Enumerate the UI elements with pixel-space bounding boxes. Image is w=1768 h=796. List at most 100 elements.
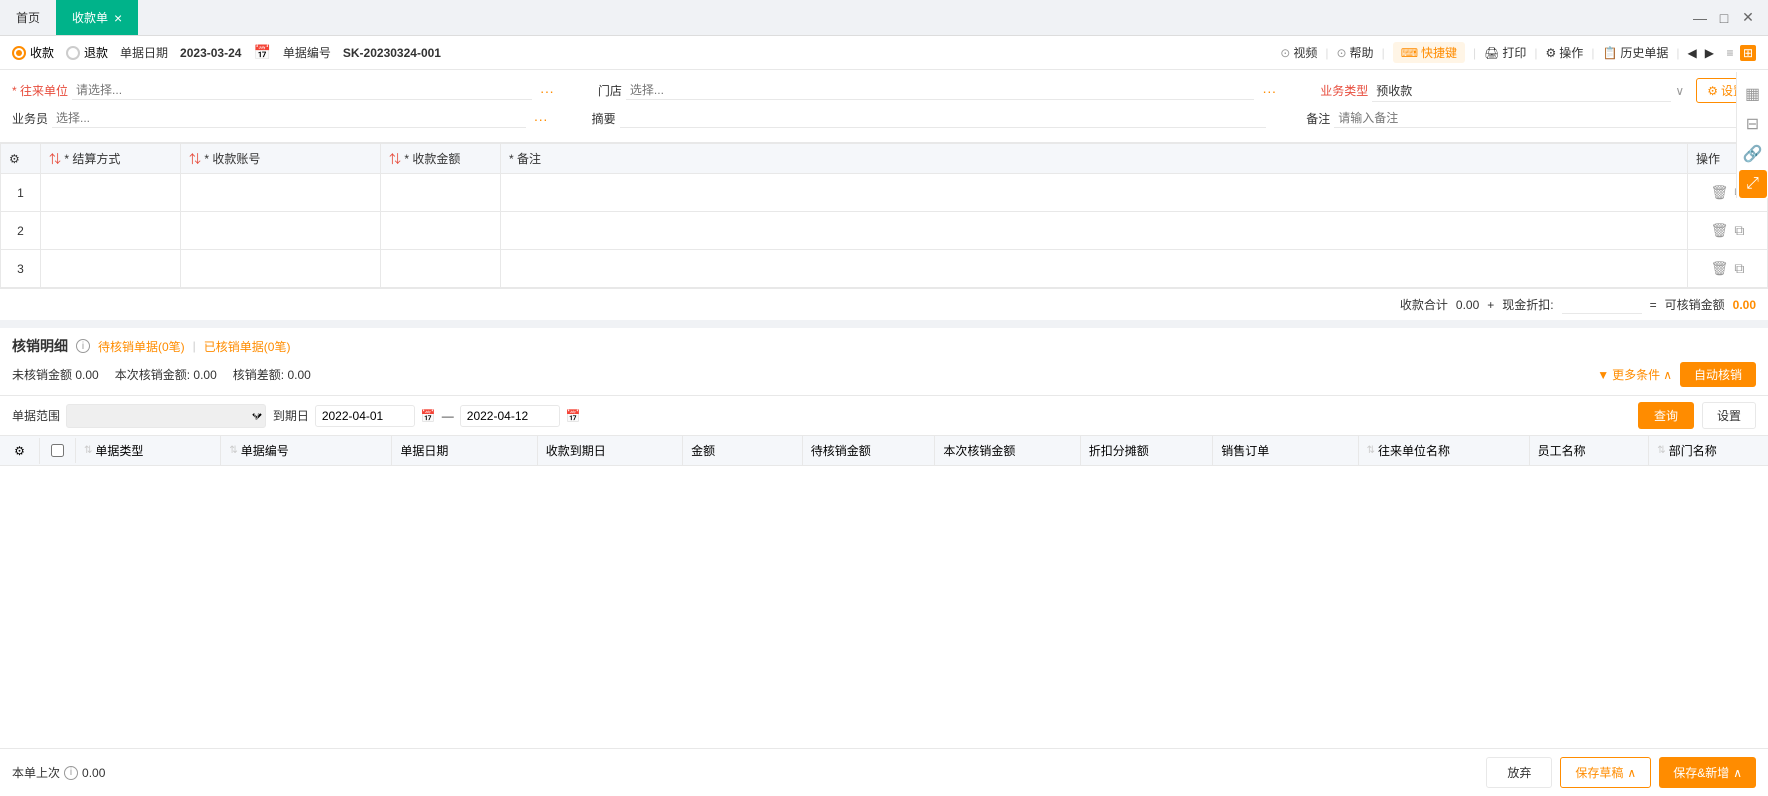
bottom-actions: 放弃 保存草稿 ∧ 保存&新增 ∧	[1486, 757, 1756, 788]
abandon-button[interactable]: 放弃	[1486, 757, 1552, 788]
print-link[interactable]: 🖨 打印	[1484, 44, 1526, 61]
store-input[interactable]	[626, 81, 1254, 100]
auto-verify-button[interactable]: 自动核销	[1680, 362, 1756, 387]
window-close-button[interactable]: ✕	[1740, 10, 1756, 26]
unverified-stat: 未核销金额 0.00	[12, 366, 99, 383]
staff-input[interactable]	[52, 109, 526, 128]
sidebar-link-icon[interactable]: 🔗	[1739, 140, 1767, 168]
staff-more-btn[interactable]: ···	[530, 111, 552, 127]
history-link[interactable]: 📋 历史单据	[1602, 44, 1668, 61]
remark-input-2[interactable]	[501, 212, 1687, 249]
account-input-1[interactable]	[181, 174, 380, 211]
summary-label: 摘要	[592, 110, 616, 127]
amount-input-1[interactable]	[381, 174, 500, 211]
summary-input[interactable]	[620, 109, 1267, 128]
verification-info-icon[interactable]: i	[76, 339, 90, 353]
diff-stat: 核销差额: 0.00	[233, 366, 311, 383]
remark-input-3[interactable]	[501, 250, 1687, 287]
cell-account-2[interactable]	[181, 212, 381, 250]
date-to-input[interactable]	[460, 405, 560, 427]
done-tab[interactable]: 已核销单据(0笔)	[204, 338, 291, 355]
nav-prev[interactable]: ◀	[1688, 46, 1697, 60]
radio-group: 收款 退款	[12, 44, 108, 61]
save-new-button[interactable]: 保存&新增 ∧	[1659, 757, 1756, 788]
table-row: 1 🗑 ⧉	[1, 174, 1768, 212]
tab-active[interactable]: 收款单 ×	[56, 0, 138, 35]
account-input-3[interactable]	[181, 250, 380, 287]
th-remark-label: * 备注	[509, 152, 541, 166]
date-from-input[interactable]	[315, 405, 415, 427]
calendar-from-icon[interactable]: 📅	[421, 409, 436, 423]
operation-link[interactable]: ⚙ 操作	[1546, 44, 1584, 61]
range-select[interactable]	[66, 404, 266, 428]
settlement-input-2[interactable]	[41, 212, 180, 249]
ver-stats-row: 未核销金额 0.00 本次核销金额: 0.00 核销差额: 0.00 ▼ 更多条…	[12, 362, 1756, 387]
layout-grid-icon[interactable]: ⊞	[1740, 45, 1756, 61]
copy-row-2-icon[interactable]: ⧉	[1734, 222, 1744, 239]
help-link[interactable]: ⊙ 帮助	[1336, 44, 1373, 61]
settlement-input-3[interactable]	[41, 250, 180, 287]
th-action-label: 操作	[1696, 152, 1720, 166]
remark-input-1[interactable]	[501, 174, 1687, 211]
sort-counterpart-icon[interactable]: ⇅	[1367, 445, 1375, 456]
gear-settings-icon[interactable]: ⚙	[9, 152, 20, 166]
query-button[interactable]: 查询	[1638, 402, 1694, 429]
pending-tab[interactable]: 待核销单据(0笔)	[98, 338, 185, 355]
radio-receive[interactable]: 收款	[12, 44, 54, 61]
bottom-info-label: 本单上次	[12, 764, 60, 781]
sidebar-expand-icon[interactable]: ⤢	[1739, 170, 1767, 198]
copy-row-3-icon[interactable]: ⧉	[1734, 260, 1744, 277]
cell-amount-1[interactable]	[381, 174, 501, 212]
layout-list-icon[interactable]: ≡	[1722, 45, 1738, 61]
save-draft-button[interactable]: 保存草稿 ∧	[1560, 757, 1651, 788]
sidebar-chart-icon[interactable]: ⊟	[1739, 110, 1767, 138]
counterpart-more-btn[interactable]: ···	[536, 83, 558, 99]
sort-icon[interactable]: ⇅	[84, 445, 92, 456]
cell-amount-2[interactable]	[381, 212, 501, 250]
query-settings-button[interactable]: 设置	[1702, 402, 1756, 429]
sort-doc-num-icon[interactable]: ⇅	[229, 445, 237, 456]
maximize-button[interactable]: □	[1716, 10, 1732, 26]
cell-remark-2[interactable]	[501, 212, 1688, 250]
cell-amount-3[interactable]	[381, 250, 501, 288]
account-input-2[interactable]	[181, 212, 380, 249]
gear-detail-icon[interactable]: ⚙	[14, 444, 25, 458]
radio-refund-dot	[66, 46, 80, 60]
more-conditions-link[interactable]: ▼ 更多条件 ∧	[1597, 366, 1672, 383]
close-icon[interactable]: ×	[114, 10, 122, 26]
bottom-info-icon[interactable]: i	[64, 766, 78, 780]
row-num-2: 2	[1, 212, 41, 250]
delete-row-3-icon[interactable]: 🗑	[1711, 260, 1729, 277]
cell-settlement-3[interactable]	[41, 250, 181, 288]
amount-input-2[interactable]	[381, 212, 500, 249]
available-label: 可核销金额	[1665, 296, 1725, 313]
delete-row-2-icon[interactable]: 🗑	[1711, 222, 1729, 239]
minimize-button[interactable]: —	[1692, 10, 1708, 26]
cell-settlement-2[interactable]	[41, 212, 181, 250]
cell-account-3[interactable]	[181, 250, 381, 288]
sort-dept-icon[interactable]: ⇅	[1657, 445, 1665, 456]
counterpart-input[interactable]	[72, 81, 532, 100]
delete-row-1-icon[interactable]: 🗑	[1711, 184, 1729, 201]
tab-home[interactable]: 首页	[0, 0, 56, 35]
range-dropdown-icon[interactable]: ∨	[252, 409, 261, 423]
nav-next[interactable]: ▶	[1705, 46, 1714, 60]
shortcut-link[interactable]: ⌨ 快捷键	[1393, 42, 1465, 63]
store-more-btn[interactable]: ···	[1258, 83, 1280, 99]
cell-remark-1[interactable]	[501, 174, 1688, 212]
th-gear-detail[interactable]: ⚙	[0, 438, 40, 464]
note-input[interactable]	[1334, 109, 1756, 128]
calendar-to-icon[interactable]: 📅	[566, 409, 581, 423]
calendar-icon[interactable]: 📅	[253, 44, 270, 61]
dropdown-arrow-icon[interactable]: ∨	[1675, 84, 1684, 98]
settlement-input-1[interactable]	[41, 174, 180, 211]
discount-input[interactable]	[1562, 295, 1642, 314]
select-all-checkbox[interactable]	[51, 444, 64, 457]
cell-account-1[interactable]	[181, 174, 381, 212]
sidebar-table-icon[interactable]: ▦	[1739, 80, 1767, 108]
radio-refund[interactable]: 退款	[66, 44, 108, 61]
cell-settlement-1[interactable]	[41, 174, 181, 212]
cell-remark-3[interactable]	[501, 250, 1688, 288]
video-link[interactable]: ⊙ 视频	[1280, 44, 1317, 61]
amount-input-3[interactable]	[381, 250, 500, 287]
